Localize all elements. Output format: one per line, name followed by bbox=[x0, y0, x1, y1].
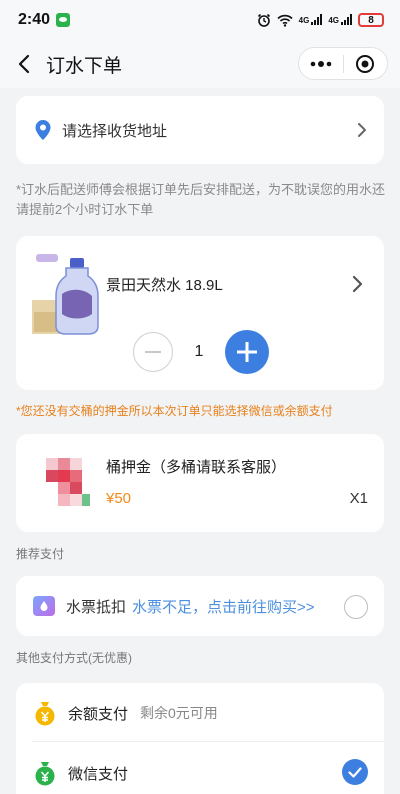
increase-quantity-button[interactable] bbox=[225, 330, 269, 374]
signal-icon-2: 4G bbox=[328, 14, 352, 26]
wechat-payment-option[interactable]: 微信支付 bbox=[16, 743, 384, 794]
page-title: 订水下单 bbox=[46, 55, 123, 77]
decrease-quantity-button[interactable] bbox=[133, 332, 173, 372]
balance-coin-icon bbox=[32, 699, 58, 727]
wifi-icon bbox=[277, 14, 293, 27]
address-selector[interactable]: 请选择收货地址 bbox=[16, 96, 384, 164]
delivery-notice: *订水后配送师傅会根据订单先后安排配送，为不耽误您的用水还请提前2个小时订水下单 bbox=[16, 182, 386, 217]
checkmark-icon bbox=[348, 766, 362, 778]
nav-bar: 订水下单 bbox=[0, 40, 400, 88]
payment-methods: 余额支付 剩余0元可用 微信支付 bbox=[16, 683, 384, 794]
target-close-icon bbox=[356, 54, 375, 73]
deposit-warning: *您还没有交桶的押金所以本次订单只能选择微信或余额支付 bbox=[16, 404, 333, 418]
more-button[interactable] bbox=[299, 48, 343, 79]
chevron-right-icon bbox=[357, 123, 366, 137]
product-card: 景田天然水 18.9L 1 bbox=[16, 236, 384, 390]
back-button[interactable] bbox=[4, 40, 44, 88]
balance-payment-option[interactable]: 余额支付 剩余0元可用 bbox=[16, 683, 384, 743]
wechat-payment-label: 微信支付 bbox=[68, 765, 129, 783]
other-payment-label: 其他支付方式(无优惠) bbox=[16, 651, 132, 665]
deposit-card: 桶押金（多桶请联系客服） ¥50 X1 bbox=[16, 434, 384, 532]
battery-icon: 8 bbox=[358, 13, 384, 27]
status-icons: 4G 4G 8 bbox=[257, 13, 384, 27]
water-ticket-option[interactable]: 水票抵扣 水票不足，点击前往购买>> bbox=[16, 576, 384, 636]
back-arrow-icon bbox=[18, 54, 30, 74]
network-label-2: 4G bbox=[328, 15, 339, 25]
product-image bbox=[30, 250, 112, 336]
balance-remaining: 剩余0元可用 bbox=[140, 705, 218, 721]
status-time: 2:40 bbox=[18, 11, 51, 28]
water-ticket-icon bbox=[33, 596, 55, 616]
payment-divider bbox=[32, 741, 384, 742]
wechat-coin-icon bbox=[32, 759, 58, 787]
status-bar: 2:40 4G 4G 8 bbox=[0, 0, 400, 40]
location-pin-icon bbox=[35, 120, 51, 140]
mini-program-capsule bbox=[298, 47, 388, 80]
water-ticket-radio[interactable] bbox=[344, 595, 368, 619]
quantity-stepper: 1 bbox=[133, 330, 269, 374]
quantity-value: 1 bbox=[194, 343, 204, 360]
balance-payment-label: 余额支付 bbox=[68, 705, 129, 723]
buy-water-ticket-link[interactable]: 水票不足，点击前往购买>> bbox=[132, 596, 315, 617]
recommended-payment-label: 推荐支付 bbox=[16, 547, 65, 561]
alarm-icon bbox=[257, 13, 271, 27]
wechat-payment-radio-checked[interactable] bbox=[342, 759, 368, 785]
deposit-title: 桶押金（多桶请联系客服） bbox=[106, 459, 287, 476]
product-name: 景田天然水 18.9L bbox=[106, 277, 223, 294]
product-chevron-right-icon[interactable] bbox=[352, 276, 362, 292]
deposit-image bbox=[30, 448, 106, 520]
water-ticket-label: 水票抵扣 bbox=[66, 598, 127, 616]
more-dots-icon bbox=[310, 60, 332, 67]
deposit-price: ¥50 bbox=[106, 490, 132, 507]
deposit-count: X1 bbox=[349, 490, 368, 507]
address-placeholder: 请选择收货地址 bbox=[62, 122, 168, 140]
signal-icon-1: 4G bbox=[299, 14, 323, 26]
wechat-notification-icon bbox=[56, 13, 71, 27]
network-label-1: 4G bbox=[298, 15, 310, 25]
close-mini-program-button[interactable] bbox=[344, 48, 388, 79]
